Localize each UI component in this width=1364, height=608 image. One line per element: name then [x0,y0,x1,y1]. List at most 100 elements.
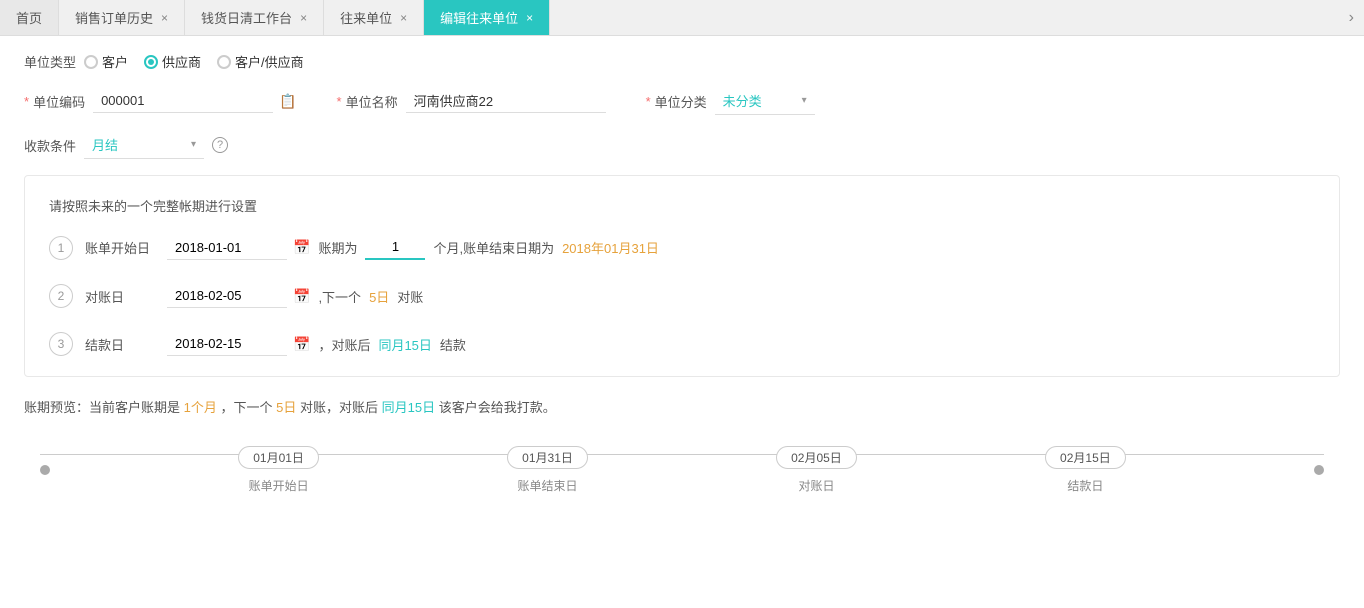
calendar-icon-3[interactable]: 📅 [293,336,310,353]
step-highlight-2: 5日 [369,287,389,306]
step-date-input-2[interactable]: 2018-02-05 [167,284,287,308]
timeline-dot-end [1314,465,1324,475]
step-extra-suffix-1: 个月,账单结束日期为 [433,238,554,257]
card-instruction: 请按照未来的一个完整帐期进行设置 [49,196,1315,215]
unit-type-field: 单位类型 客户 供应商 客户/供应商 [24,52,304,71]
chevron-down-icon: ▾ [802,95,807,106]
unit-name-input[interactable]: 河南供应商22 [406,89,606,113]
tab-more-button[interactable]: › [1339,9,1364,27]
copy-icon[interactable]: 📋 [279,93,296,110]
timeline-node-label-2: 01月31日 [507,446,588,469]
tab-partner-list[interactable]: 往来单位 × [324,0,424,35]
preview-section: 账期预览：当前客户账期是 1个月 ，下一个 5日 对账，对账后 同月15日 该客… [24,385,1340,536]
tab-close-icon[interactable]: × [161,11,168,25]
step-row-3: 3 结款日 2018-02-15 📅 ，对账后 同月15日 结款 [49,332,1315,356]
step-label-2: 对账日 [85,287,155,306]
tab-close-icon[interactable]: × [300,11,307,25]
radio-supplier[interactable]: 供应商 [144,52,201,71]
step-row-1: 1 账单开始日 2018-01-01 📅 账期为 1 个月,账单结束日期为 20… [49,235,1315,260]
step-number-2: 2 [49,284,73,308]
preview-part3-prefix: 对账，对账后 [300,400,378,415]
chevron-down-icon-payment: ▾ [191,139,196,150]
payment-row: 收款条件 月结 ▾ ? [24,131,1340,159]
timeline-node-sub-3: 对账日 [798,477,834,494]
timeline-node-sub-4: 结款日 [1067,477,1103,494]
tab-cash-work[interactable]: 钱货日清工作台 × [185,0,324,35]
timeline-node-sub-2: 账单结束日 [518,477,578,494]
preview-suffix: 该客户会给我打款。 [439,400,556,415]
timeline-dot-start [40,465,50,475]
step-extra-prefix-2: ,下一个 [318,287,361,306]
tab-close-icon[interactable]: × [400,11,407,25]
payment-condition-select[interactable]: 月结 ▾ [84,131,204,159]
radio-both[interactable]: 客户/供应商 [217,52,304,71]
tab-close-icon[interactable]: × [526,11,533,25]
preview-part1: 1个月 [184,400,217,415]
unit-type-row: 单位类型 客户 供应商 客户/供应商 [24,52,1340,71]
step-date-input-3[interactable]: 2018-02-15 [167,332,287,356]
payment-condition-value: 月结 [92,135,185,154]
payment-condition-field: 收款条件 月结 ▾ ? [24,131,228,159]
unit-type-radio-group: 客户 供应商 客户/供应商 [84,52,304,71]
step-extra-suffix-3: 结款 [440,335,466,354]
radio-circle-both [217,55,231,69]
unit-code-field: * 单位编码 000001 📋 [24,89,297,113]
preview-text: 账期预览：当前客户账期是 1个月 ，下一个 5日 对账，对账后 同月15日 该客… [24,397,1340,416]
tab-home[interactable]: 首页 [0,0,59,35]
timeline-node-label-3: 02月05日 [776,446,857,469]
tab-bar: 首页 销售订单历史 × 钱货日清工作台 × 往来单位 × 编辑往来单位 × › [0,0,1364,36]
period-card: 请按照未来的一个完整帐期进行设置 1 账单开始日 2018-01-01 📅 账期… [24,175,1340,377]
tab-sales-history[interactable]: 销售订单历史 × [59,0,185,35]
unit-type-label: 单位类型 [24,52,76,71]
radio-customer[interactable]: 客户 [84,52,128,71]
timeline-node-label-1: 01月01日 [238,446,319,469]
timeline-node-label-4: 02月15日 [1045,446,1126,469]
step-highlight-1: 2018年01月31日 [562,238,659,257]
timeline-node-3: 02月05日 对账日 [776,446,857,494]
main-content: 单位类型 客户 供应商 客户/供应商 * 单位编码 00000 [0,36,1364,608]
unit-name-field: * 单位名称 河南供应商22 [337,89,606,113]
step-extra-prefix-1: 账期为 [318,238,357,257]
period-input[interactable]: 1 [365,235,425,260]
step-date-input-1[interactable]: 2018-01-01 [167,236,287,260]
step-extra-prefix-3: ，对账后 [318,335,370,354]
step-number-3: 3 [49,332,73,356]
timeline-line [40,454,1324,455]
unit-category-value: 未分类 [723,91,796,110]
preview-part2-prefix: ，下一个 [221,400,273,415]
timeline-end-dot [1314,465,1324,475]
timeline-start-dot [40,465,50,475]
unit-code-label: 单位编码 [33,92,85,111]
required-star-cat: * [646,94,651,109]
tab-edit-partner[interactable]: 编辑往来单位 × [424,0,550,35]
radio-both-label: 客户/供应商 [235,52,304,71]
radio-circle-customer [84,55,98,69]
step-extra-suffix-2: 对账 [397,287,423,306]
unit-code-input[interactable]: 000001 [93,89,273,113]
timeline-node-2: 01月31日 账单结束日 [507,446,588,494]
required-star-name: * [337,94,342,109]
preview-part3: 同月15日 [382,400,435,415]
calendar-icon-2[interactable]: 📅 [293,288,310,305]
radio-supplier-label: 供应商 [162,52,201,71]
radio-customer-label: 客户 [102,52,128,71]
preview-label: 账期预览：当前客户账期是 [24,400,180,415]
step-label-1: 账单开始日 [85,238,155,257]
radio-circle-supplier [144,55,158,69]
step-number-1: 1 [49,236,73,260]
timeline-node-1: 01月01日 账单开始日 [238,446,319,494]
timeline: 01月01日 账单开始日 01月31日 账单结束日 02月05日 对账日 02月… [24,436,1340,524]
calendar-icon-1[interactable]: 📅 [293,239,310,256]
required-star: * [24,94,29,109]
unit-name-label: 单位名称 [346,92,398,111]
preview-part2: 5日 [276,400,296,415]
step-row-2: 2 对账日 2018-02-05 📅 ,下一个 5日 对账 [49,284,1315,308]
unit-info-row: * 单位编码 000001 📋 * 单位名称 河南供应商22 * 单位分类 未分… [24,87,1340,115]
step-label-3: 结款日 [85,335,155,354]
unit-category-select[interactable]: 未分类 ▾ [715,87,815,115]
unit-category-label: 单位分类 [655,92,707,111]
step-highlight-3: 同月15日 [378,335,431,354]
timeline-node-sub-1: 账单开始日 [249,477,309,494]
timeline-node-4: 02月15日 结款日 [1045,446,1126,494]
help-icon[interactable]: ? [212,137,228,153]
